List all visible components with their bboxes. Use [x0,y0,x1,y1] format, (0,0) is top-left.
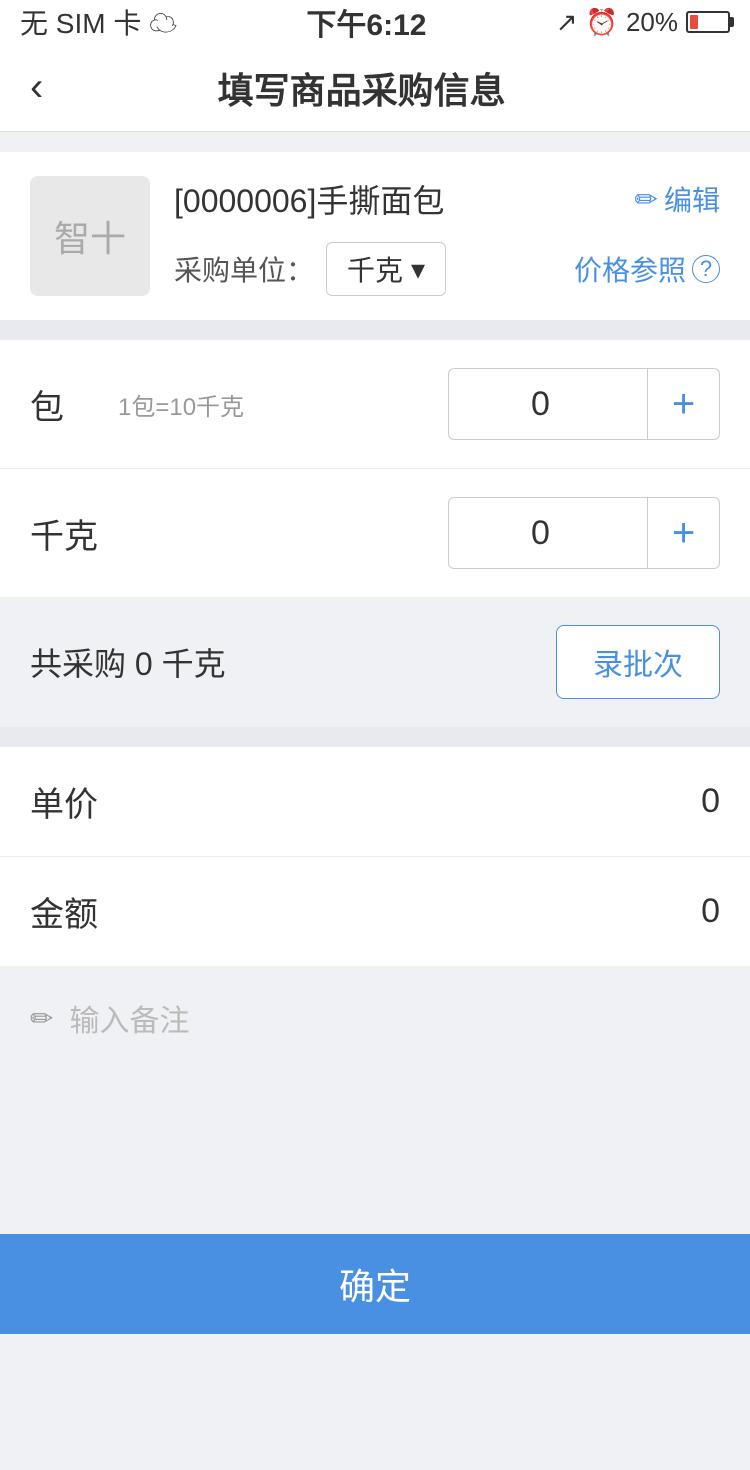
unit-select[interactable]: 千克 ▾ [326,242,446,296]
price-value-amount: 0 [701,892,720,931]
chevron-down-icon: ▾ [411,253,425,286]
price-label-unit: 单价 [30,777,98,826]
status-left: 无 SIM 卡 ☁ [20,2,177,42]
note-section[interactable]: ✏ 输入备注 [0,966,750,1070]
info-icon: ? [692,255,720,283]
input-section: 包 1包=10千克 + 千克 + [0,340,750,597]
price-label-amount: 金额 [30,887,98,936]
status-time: 下午6:12 [306,0,426,44]
product-unit-row: 采购单位： 千克 ▾ 价格参照 ? [174,242,720,296]
plus-button-bao[interactable]: + [648,368,720,440]
price-row-amount: 金额 0 [0,857,750,966]
price-ref-button[interactable]: 价格参照 ? [574,249,720,289]
edit-icon: ✏ [635,183,658,216]
sublabel-bao: 1包=10千克 [118,387,244,422]
quantity-input-bao[interactable] [448,368,648,440]
edit-label: 编辑 [664,179,720,219]
unit-value: 千克 [347,249,403,289]
edit-button[interactable]: ✏ 编辑 [635,179,720,219]
product-image: 智十 [30,176,150,296]
pencil-icon: ✏ [30,1002,53,1035]
note-placeholder: 输入备注 [69,996,189,1040]
quantity-input-kg[interactable] [448,497,648,569]
section-divider-1 [0,320,750,340]
alarm-icon: ⏰ [586,7,618,38]
status-bar: 无 SIM 卡 ☁ 下午6:12 ↗ ⏰ 20% [0,0,750,44]
price-row-unit: 单价 0 [0,747,750,857]
product-section: 智十 [0000006]手撕面包 ✏ 编辑 采购单位： 千克 ▾ [0,152,750,320]
unit-label: 采购单位： [174,249,314,289]
label-kg: 千克 [30,509,110,558]
sim-status: 无 SIM 卡 ☁ [20,2,177,42]
battery-percent: 20% [626,7,678,38]
location-icon: ↗ [556,7,578,38]
product-name: [0000006]手撕面包 [174,176,444,222]
price-value-unit: 0 [701,782,720,821]
label-bao: 包 [30,380,110,429]
battery-icon [686,11,730,33]
summary-text: 共采购 0 千克 [30,639,226,685]
input-row-bao: 包 1包=10千克 + [0,340,750,469]
back-button[interactable]: ‹ [30,55,63,120]
section-divider-2 [0,727,750,747]
price-ref-label: 价格参照 [574,249,686,289]
summary-section: 共采购 0 千克 录批次 [0,597,750,727]
status-right: ↗ ⏰ 20% [556,7,730,38]
input-row-kg: 千克 + [0,469,750,597]
product-info: [0000006]手撕面包 ✏ 编辑 采购单位： 千克 ▾ 价格参照 ? [174,176,720,296]
product-header: [0000006]手撕面包 ✏ 编辑 [174,176,720,222]
record-batch-button[interactable]: 录批次 [556,625,720,699]
confirm-button[interactable]: 确定 [0,1234,750,1334]
plus-button-kg[interactable]: + [648,497,720,569]
page-title: 填写商品采购信息 [63,62,660,114]
price-section: 单价 0 金额 0 [0,747,750,966]
product-logo-text: 智十 [54,210,126,262]
nav-bar: ‹ 填写商品采购信息 [0,44,750,132]
